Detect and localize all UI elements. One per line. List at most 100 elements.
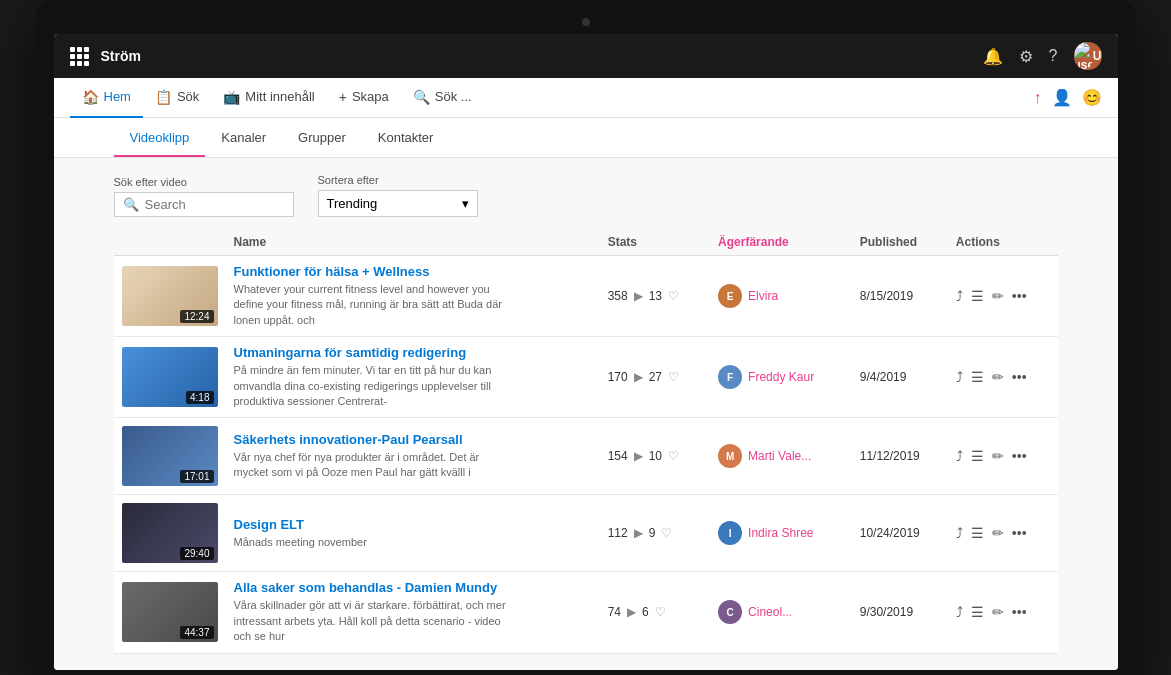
owner-cell: F Freddy Kaur (710, 337, 852, 418)
owner-avatar: E (718, 284, 742, 308)
owner-cell: C Cineol... (710, 572, 852, 653)
nav-item-sok[interactable]: 📋 Sök (143, 78, 211, 118)
actions-cell: ⤴ ☰ ✏ ••• (948, 337, 1058, 418)
nav-item-home[interactable]: 🏠 Hem (70, 78, 143, 118)
col-thumb (114, 229, 226, 256)
table-header: Name Stats Ägerfärande Published Actions (114, 229, 1058, 256)
bell-icon[interactable]: 🔔 (983, 47, 1003, 66)
nav-item-mitt[interactable]: 📺 Mitt innehåll (211, 78, 326, 118)
owner-avatar: M (718, 444, 742, 468)
owner-name[interactable]: Elvira (748, 289, 778, 303)
content-area: Sök efter video 🔍 Sortera efter Trending… (54, 158, 1118, 670)
nav-item-skapa[interactable]: + Skapa (327, 78, 401, 118)
thumb-cell: 17:01 (114, 418, 226, 495)
owner-name[interactable]: Freddy Kaur (748, 370, 814, 384)
view-count: 170 (608, 370, 628, 384)
view-count: 112 (608, 526, 628, 540)
video-thumbnail[interactable]: 4:18 (122, 347, 218, 407)
video-thumbnail[interactable]: 29:40 (122, 503, 218, 563)
video-description: Våra skillnader gör att vi är starkare. … (234, 598, 514, 644)
nav-home-label: Hem (104, 89, 131, 104)
video-description: På mindre än fem minuter. Vi tar en titt… (234, 363, 514, 409)
owner-name[interactable]: Indira Shree (748, 526, 813, 540)
top-bar: Ström 🔔 ⚙ ? U (54, 34, 1118, 78)
stats-cell: 358 ▶ 13 ♡ (600, 256, 710, 337)
user-avatar[interactable]: U (1074, 42, 1102, 70)
video-duration: 44:37 (180, 626, 213, 639)
share-icon[interactable]: ⤴ (956, 448, 963, 464)
actions-row: ⤴ ☰ ✏ ••• (956, 525, 1050, 541)
video-title[interactable]: Alla saker som behandlas - Damien Mundy (234, 580, 592, 595)
search-box[interactable]: 🔍 (114, 192, 294, 217)
edit-icon[interactable]: ✏ (992, 288, 1004, 304)
help-icon[interactable]: ? (1049, 47, 1058, 65)
thumb-cell: 44:37 (114, 572, 226, 653)
published-date: 10/24/2019 (860, 526, 920, 540)
edit-icon[interactable]: ✏ (992, 604, 1004, 620)
video-description: Månads meeting november (234, 535, 514, 550)
view-count: 154 (608, 449, 628, 463)
stats-cell: 170 ▶ 27 ♡ (600, 337, 710, 418)
menu-icon[interactable]: ☰ (971, 369, 984, 385)
video-thumbnail[interactable]: 12:24 (122, 266, 218, 326)
video-duration: 12:24 (180, 310, 213, 323)
more-icon[interactable]: ••• (1012, 525, 1027, 541)
screen: Ström 🔔 ⚙ ? U 🏠 Hem 📋 Sök 📺 (54, 34, 1118, 670)
stats-row: 74 ▶ 6 ♡ (608, 605, 702, 619)
tab-kontakter-label: Kontakter (378, 130, 434, 145)
share-icon[interactable]: ⤴ (956, 604, 963, 620)
more-icon[interactable]: ••• (1012, 448, 1027, 464)
actions-cell: ⤴ ☰ ✏ ••• (948, 418, 1058, 495)
video-thumbnail[interactable]: 44:37 (122, 582, 218, 642)
more-icon[interactable]: ••• (1012, 288, 1027, 304)
menu-icon[interactable]: ☰ (971, 288, 984, 304)
edit-icon[interactable]: ✏ (992, 448, 1004, 464)
tab-grupper[interactable]: Grupper (282, 118, 362, 157)
owner-name[interactable]: Marti Vale... (748, 449, 811, 463)
video-title[interactable]: Design ELT (234, 517, 592, 532)
more-icon[interactable]: ••• (1012, 369, 1027, 385)
share-icon[interactable]: ⤴ (956, 288, 963, 304)
tab-kanaler[interactable]: Kanaler (205, 118, 282, 157)
video-title[interactable]: Utmaningarna för samtidig redigering (234, 345, 592, 360)
app-grid-icon[interactable] (70, 47, 89, 66)
play-icon: ▶ (634, 449, 643, 463)
more-icon[interactable]: ••• (1012, 604, 1027, 620)
heart-icon: ♡ (668, 449, 679, 463)
nav-item-sok2[interactable]: 🔍 Sök ... (401, 78, 484, 118)
share-icon[interactable]: ⤴ (956, 369, 963, 385)
menu-icon[interactable]: ☰ (971, 604, 984, 620)
stats-cell: 74 ▶ 6 ♡ (600, 572, 710, 653)
name-cell: Alla saker som behandlas - Damien Mundy … (226, 572, 600, 653)
share-icon[interactable]: ⤴ (956, 525, 963, 541)
edit-icon[interactable]: ✏ (992, 525, 1004, 541)
owner-name[interactable]: Cineol... (748, 605, 792, 619)
tab-kontakter[interactable]: Kontakter (362, 118, 450, 157)
owner-info: E Elvira (718, 284, 844, 308)
view-count: 74 (608, 605, 621, 619)
tab-videoklipp[interactable]: Videoklipp (114, 118, 206, 157)
video-title[interactable]: Funktioner för hälsa + Wellness (234, 264, 592, 279)
video-thumbnail[interactable]: 17:01 (122, 426, 218, 486)
col-owner: Ägerfärande (710, 229, 852, 256)
edit-icon[interactable]: ✏ (992, 369, 1004, 385)
owner-info: C Cineol... (718, 600, 844, 624)
sort-select[interactable]: Trending ▾ (318, 190, 478, 217)
nav-mitt-label: Mitt innehåll (245, 89, 314, 104)
stats-row: 154 ▶ 10 ♡ (608, 449, 702, 463)
emoji-icon[interactable]: 😊 (1082, 88, 1102, 107)
avatar-image (1074, 42, 1093, 70)
col-stats: Stats (600, 229, 710, 256)
search-filter-group: Sök efter video 🔍 (114, 176, 294, 217)
profile-icon[interactable]: 👤 (1052, 88, 1072, 107)
settings-icon[interactable]: ⚙ (1019, 47, 1033, 66)
menu-icon[interactable]: ☰ (971, 448, 984, 464)
actions-cell: ⤴ ☰ ✏ ••• (948, 572, 1058, 653)
name-cell: Säkerhets innovationer-Paul Pearsall Vår… (226, 418, 600, 495)
nav-bar-right: ↑ 👤 😊 (1034, 88, 1102, 107)
play-icon: ▶ (627, 605, 636, 619)
video-title[interactable]: Säkerhets innovationer-Paul Pearsall (234, 432, 592, 447)
upload-icon[interactable]: ↑ (1034, 89, 1042, 107)
search-input[interactable] (145, 197, 285, 212)
menu-icon[interactable]: ☰ (971, 525, 984, 541)
